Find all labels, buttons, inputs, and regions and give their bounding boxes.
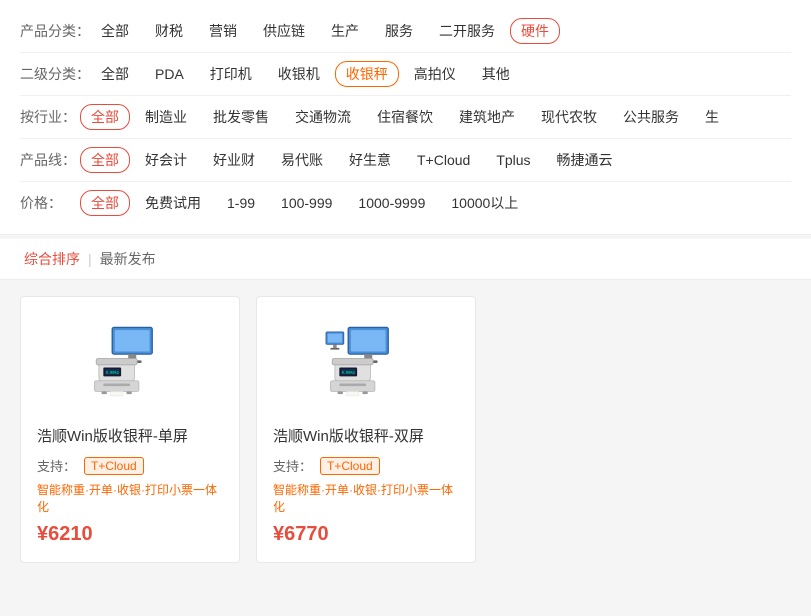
filter-item-industry-all[interactable]: 全部 [80, 104, 130, 130]
sort-bar: 综合排序 | 最新发布 [0, 235, 811, 280]
support-tag-2[interactable]: T+Cloud [320, 457, 380, 475]
sort-item-comprehensive[interactable]: 综合排序 [20, 247, 84, 271]
filter-item-category-open[interactable]: 二开服务 [428, 18, 506, 44]
filter-item-line-tcloud[interactable]: T+Cloud [406, 149, 481, 171]
product-image-2: 0.00kg [273, 313, 459, 413]
filter-items-product-category: 全部 财税 营销 供应链 生产 服务 二开服务 硬件 [90, 18, 560, 44]
product-image-1: 0.00kg [37, 313, 223, 413]
filter-section: 产品分类： 全部 财税 营销 供应链 生产 服务 二开服务 硬件 二级分类： 全… [0, 0, 811, 235]
filter-item-category-production[interactable]: 生产 [320, 18, 370, 44]
product-card-1[interactable]: 0.00kg 浩顺Win版收银秤-单屏 支持： T+Cloud 智能称重·开单·… [20, 296, 240, 563]
product-price-1: ¥6210 [37, 523, 223, 546]
product-support-2: 支持： T+Cloud [273, 456, 459, 475]
filter-item-price-1000-9999[interactable]: 1000-9999 [347, 192, 436, 214]
support-label-2: 支持： [273, 456, 312, 475]
filter-item-category-supply[interactable]: 供应链 [252, 18, 316, 44]
filter-row-sub-category: 二级分类： 全部 PDA 打印机 收银机 收银秤 高拍仪 其他 [20, 53, 791, 96]
filter-item-sub-all[interactable]: 全部 [90, 61, 140, 87]
sort-item-latest[interactable]: 最新发布 [96, 247, 160, 271]
filter-label-product-line: 产品线： [20, 150, 80, 170]
filter-item-line-tplus[interactable]: Tplus [485, 149, 541, 171]
product-desc-1: 智能称重·开单·收银·打印小票一体化 [37, 481, 223, 515]
filter-items-product-line: 全部 好会计 好业财 易代账 好生意 T+Cloud Tplus 畅捷通云 [80, 147, 624, 173]
filter-item-sub-other[interactable]: 其他 [471, 61, 521, 87]
filter-label-price: 价格： [20, 193, 80, 213]
filter-item-price-1-99[interactable]: 1-99 [216, 192, 266, 214]
filter-items-sub-category: 全部 PDA 打印机 收银机 收银秤 高拍仪 其他 [90, 61, 521, 87]
product-card-2[interactable]: 0.00kg 浩顺Win版收银秤-双屏 支持： T+Cloud 智能称重·开单·… [256, 296, 476, 563]
filter-item-category-hardware[interactable]: 硬件 [510, 18, 560, 44]
product-desc-2: 智能称重·开单·收银·打印小票一体化 [273, 481, 459, 515]
filter-row-industry: 按行业： 全部 制造业 批发零售 交通物流 住宿餐饮 建筑地产 现代农牧 公共服… [20, 96, 791, 139]
sort-divider: | [88, 251, 92, 267]
product-support-1: 支持： T+Cloud [37, 456, 223, 475]
filter-row-product-line: 产品线： 全部 好会计 好业财 易代账 好生意 T+Cloud Tplus 畅捷… [20, 139, 791, 182]
filter-item-industry-manufacturing[interactable]: 制造业 [134, 104, 198, 130]
filter-label-industry: 按行业： [20, 107, 80, 127]
product-price-2: ¥6770 [273, 523, 459, 546]
filter-row-product-category: 产品分类： 全部 财税 营销 供应链 生产 服务 二开服务 硬件 [20, 10, 791, 53]
filter-item-line-all[interactable]: 全部 [80, 147, 130, 173]
filter-label-sub-category: 二级分类： [20, 64, 90, 84]
filter-item-price-all[interactable]: 全部 [80, 190, 130, 216]
support-tag-1[interactable]: T+Cloud [84, 457, 144, 475]
filter-item-line-tax[interactable]: 易代账 [270, 147, 334, 173]
filter-item-sub-pda[interactable]: PDA [144, 63, 195, 85]
product-title-2: 浩顺Win版收银秤-双屏 [273, 425, 459, 446]
filter-item-price-100-999[interactable]: 100-999 [270, 192, 343, 214]
filter-item-industry-public[interactable]: 公共服务 [612, 104, 690, 130]
filter-item-category-service[interactable]: 服务 [374, 18, 424, 44]
filter-item-industry-hotel[interactable]: 住宿餐饮 [366, 104, 444, 130]
filter-item-line-business[interactable]: 好生意 [338, 147, 402, 173]
filter-row-price: 价格： 全部 免费试用 1-99 100-999 1000-9999 10000… [20, 182, 791, 224]
filter-item-industry-agriculture[interactable]: 现代农牧 [530, 104, 608, 130]
support-label-1: 支持： [37, 456, 76, 475]
filter-item-price-10000plus[interactable]: 10000以上 [440, 190, 529, 216]
filter-item-line-finance[interactable]: 好业财 [202, 147, 266, 173]
filter-items-industry: 全部 制造业 批发零售 交通物流 住宿餐饮 建筑地产 现代农牧 公共服务 生 [80, 104, 730, 130]
filter-item-industry-construction[interactable]: 建筑地产 [448, 104, 526, 130]
filter-item-industry-retail[interactable]: 批发零售 [202, 104, 280, 130]
filter-items-price: 全部 免费试用 1-99 100-999 1000-9999 10000以上 [80, 190, 529, 216]
filter-item-sub-camera[interactable]: 高拍仪 [403, 61, 467, 87]
filter-item-line-accounting[interactable]: 好会计 [134, 147, 198, 173]
filter-item-sub-printer[interactable]: 打印机 [199, 61, 263, 87]
filter-label-product-category: 产品分类： [20, 21, 90, 41]
filter-item-category-tax[interactable]: 财税 [144, 18, 194, 44]
filter-item-category-marketing[interactable]: 营销 [198, 18, 248, 44]
product-title-1: 浩顺Win版收银秤-单屏 [37, 425, 223, 446]
filter-item-price-free[interactable]: 免费试用 [134, 190, 212, 216]
filter-item-industry-transport[interactable]: 交通物流 [284, 104, 362, 130]
filter-item-sub-cashier[interactable]: 收银机 [267, 61, 331, 87]
filter-item-sub-scale[interactable]: 收银秤 [335, 61, 399, 87]
filter-item-industry-bio[interactable]: 生 [694, 104, 730, 130]
svg-text:0.00kg: 0.00kg [106, 371, 119, 375]
product-grid: 0.00kg 浩顺Win版收银秤-单屏 支持： T+Cloud 智能称重·开单·… [0, 280, 811, 579]
filter-item-category-all[interactable]: 全部 [90, 18, 140, 44]
svg-text:0.00kg: 0.00kg [342, 371, 355, 375]
filter-item-line-express[interactable]: 畅捷通云 [546, 147, 624, 173]
